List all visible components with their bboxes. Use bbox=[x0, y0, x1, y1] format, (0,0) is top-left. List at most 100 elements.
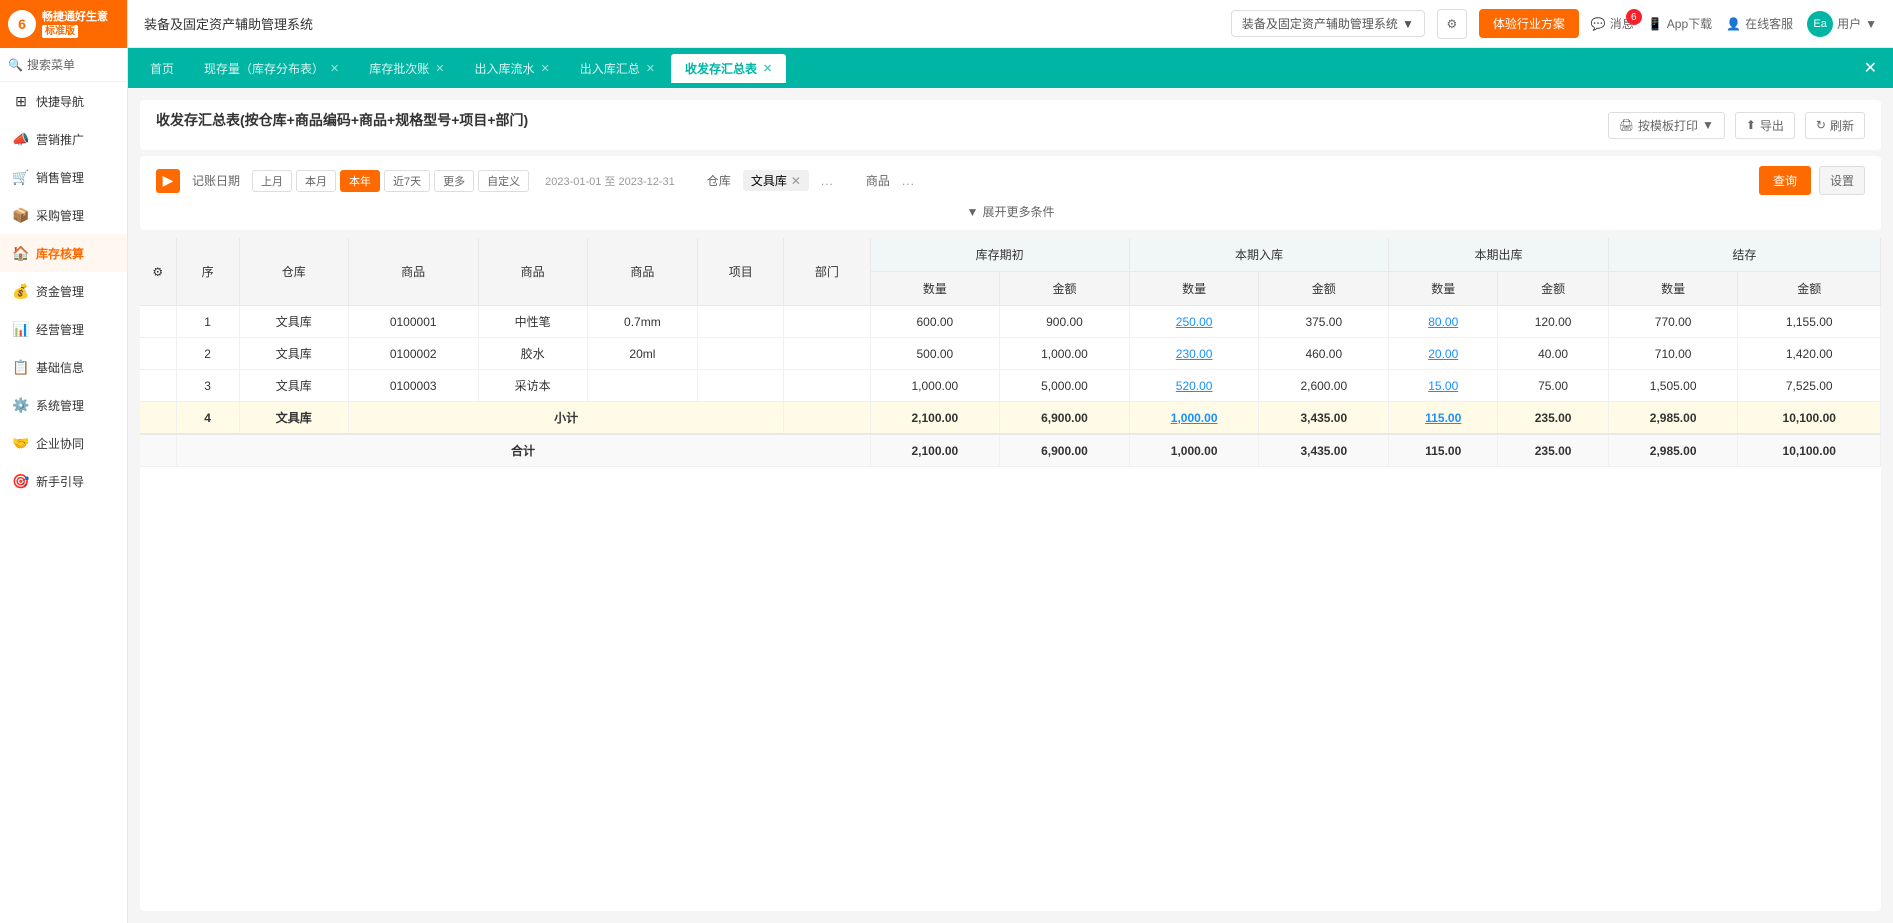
row-out-qty[interactable]: 80.00 bbox=[1389, 306, 1498, 338]
row-department bbox=[784, 370, 870, 402]
app-logo: 6 畅捷通好生意 标准版 bbox=[0, 0, 127, 48]
template-print-button[interactable]: 🖨 按模板打印 ▼ bbox=[1608, 112, 1725, 139]
tab-inventory-dist[interactable]: 现存量（库存分布表） ✕ bbox=[190, 54, 353, 83]
query-button[interactable]: 查询 bbox=[1759, 166, 1811, 195]
sidebar-item-system[interactable]: ⚙️ 系统管理 bbox=[0, 386, 127, 424]
message-item[interactable]: 💬 消息 6 bbox=[1591, 15, 1634, 32]
row-out-qty[interactable]: 15.00 bbox=[1389, 370, 1498, 402]
sub-dept bbox=[784, 402, 870, 435]
dropdown-icon: ▼ bbox=[1402, 17, 1414, 31]
sidebar-item-purchase[interactable]: 📦 采购管理 bbox=[0, 196, 127, 234]
row-out-qty[interactable]: 20.00 bbox=[1389, 338, 1498, 370]
warehouse-more-dots[interactable]: ... bbox=[821, 174, 834, 188]
user-avatar: Ea bbox=[1807, 11, 1833, 37]
user-dropdown-icon: ▼ bbox=[1865, 17, 1877, 31]
date-btn-7days[interactable]: 近7天 bbox=[384, 170, 430, 192]
filter-action-buttons: 查询 设置 bbox=[1759, 166, 1865, 195]
sidebar-item-marketing[interactable]: 📣 营销推广 bbox=[0, 120, 127, 158]
row-goods-code: 0100002 bbox=[348, 338, 478, 370]
sidebar-item-basic-info[interactable]: 📋 基础信息 bbox=[0, 348, 127, 386]
total-row: 合计 2,100.00 6,900.00 1,000.00 3,435.00 1… bbox=[140, 434, 1881, 467]
topbar: 装备及固定资产辅助管理系统 装备及固定资产辅助管理系统 ▼ ⚙ 体验行业方案 💬… bbox=[128, 0, 1893, 48]
settings-icon[interactable]: ⚙ bbox=[1437, 9, 1467, 39]
table-row: 3 文具库 0100003 采访本 1,000.00 5,000.00 520.… bbox=[140, 370, 1881, 402]
close-all-tabs[interactable]: ✕ bbox=[1856, 54, 1885, 82]
row-in-qty[interactable]: 250.00 bbox=[1129, 306, 1259, 338]
goods-more-dots[interactable]: ... bbox=[902, 174, 915, 188]
date-btn-this-year[interactable]: 本年 bbox=[340, 170, 380, 192]
th-in-amt: 金额 bbox=[1259, 272, 1389, 306]
user-item[interactable]: Ea 用户 ▼ bbox=[1807, 11, 1877, 37]
th-close-amt: 金额 bbox=[1738, 272, 1881, 306]
sub-close-qty: 2,985.00 bbox=[1608, 402, 1738, 435]
subtotal-row: 4 文具库 小计 2,100.00 6,900.00 1,000.00 3,43… bbox=[140, 402, 1881, 435]
expand-more-button[interactable]: ▼ 展开更多条件 bbox=[967, 203, 1055, 220]
purchase-icon: 📦 bbox=[12, 206, 30, 224]
tab-in-out-summary[interactable]: 出入库汇总 ✕ bbox=[566, 54, 669, 83]
th-closing: 结存 bbox=[1608, 238, 1880, 272]
sub-out-qty[interactable]: 115.00 bbox=[1389, 402, 1498, 435]
row-goods-spec bbox=[587, 370, 697, 402]
sidebar-item-sales[interactable]: 🛒 销售管理 bbox=[0, 158, 127, 196]
online-service-item[interactable]: 👤 在线客服 bbox=[1726, 15, 1793, 32]
trial-button[interactable]: 体验行业方案 bbox=[1479, 9, 1579, 38]
row-goods-name: 胶水 bbox=[478, 338, 587, 370]
tab-in-out-flow[interactable]: 出入库流水 ✕ bbox=[460, 54, 563, 83]
date-btn-this-month[interactable]: 本月 bbox=[296, 170, 336, 192]
sidebar-item-guide[interactable]: 🎯 新手引导 bbox=[0, 462, 127, 500]
search-menu[interactable]: 🔍 搜索菜单 bbox=[0, 48, 127, 82]
system-icon: ⚙️ bbox=[12, 396, 30, 414]
sidebar-item-finance[interactable]: 💰 资金管理 bbox=[0, 272, 127, 310]
th-warehouse: 仓库 bbox=[239, 238, 348, 306]
tab-receive-send-summary[interactable]: 收发存汇总表 ✕ bbox=[671, 54, 786, 83]
row-close-amt: 1,420.00 bbox=[1738, 338, 1881, 370]
total-close-qty: 2,985.00 bbox=[1608, 434, 1738, 467]
sub-in-qty[interactable]: 1,000.00 bbox=[1129, 402, 1259, 435]
th-settings[interactable]: ⚙ bbox=[140, 238, 176, 306]
tab-close-icon[interactable]: ✕ bbox=[330, 62, 339, 75]
sidebar-item-quick-nav[interactable]: ⊞ 快捷导航 bbox=[0, 82, 127, 120]
total-settings-cell bbox=[140, 434, 176, 467]
filter-expand-button[interactable]: ▶ bbox=[156, 169, 180, 193]
total-open-amt: 6,900.00 bbox=[1000, 434, 1130, 467]
system-dropdown[interactable]: 装备及固定资产辅助管理系统 ▼ bbox=[1231, 10, 1425, 37]
finance-icon: 💰 bbox=[12, 282, 30, 300]
sidebar-item-operations[interactable]: 📊 经营管理 bbox=[0, 310, 127, 348]
date-btn-last-month[interactable]: 上月 bbox=[252, 170, 292, 192]
export-button[interactable]: ⬆ 导出 bbox=[1735, 112, 1795, 139]
total-close-amt: 10,100.00 bbox=[1738, 434, 1881, 467]
row-close-amt: 7,525.00 bbox=[1738, 370, 1881, 402]
th-goods-name: 商品 bbox=[478, 238, 587, 306]
tab-close-icon[interactable]: ✕ bbox=[435, 62, 444, 75]
tab-close-icon[interactable]: ✕ bbox=[763, 62, 772, 75]
row-department bbox=[784, 306, 870, 338]
sub-warehouse: 文具库 bbox=[239, 402, 348, 435]
warehouse-tag-close[interactable]: ✕ bbox=[791, 174, 801, 188]
row-in-qty[interactable]: 230.00 bbox=[1129, 338, 1259, 370]
system-title: 装备及固定资产辅助管理系统 bbox=[144, 14, 1219, 33]
sub-in-amt: 3,435.00 bbox=[1259, 402, 1389, 435]
th-opening-stock: 库存期初 bbox=[870, 238, 1129, 272]
sub-close-amt: 10,100.00 bbox=[1738, 402, 1881, 435]
expand-more-row: ▼ 展开更多条件 bbox=[156, 203, 1865, 220]
date-btn-more[interactable]: 更多 bbox=[434, 170, 474, 192]
tab-batch-ledger[interactable]: 库存批次账 ✕ bbox=[355, 54, 458, 83]
refresh-icon: ↻ bbox=[1816, 118, 1826, 132]
main-content: 装备及固定资产辅助管理系统 装备及固定资产辅助管理系统 ▼ ⚙ 体验行业方案 💬… bbox=[128, 0, 1893, 923]
tab-home[interactable]: 首页 bbox=[136, 54, 188, 83]
app-download-item[interactable]: 📱 App下载 bbox=[1648, 15, 1712, 32]
tab-close-icon[interactable]: ✕ bbox=[646, 62, 655, 75]
th-open-qty: 数量 bbox=[870, 272, 1000, 306]
total-out-amt: 235.00 bbox=[1498, 434, 1608, 467]
date-btn-custom[interactable]: 自定义 bbox=[478, 170, 529, 192]
tab-close-icon[interactable]: ✕ bbox=[541, 62, 550, 75]
filter-settings-button[interactable]: 设置 bbox=[1819, 166, 1865, 195]
total-out-qty: 115.00 bbox=[1389, 434, 1498, 467]
row-no: 2 bbox=[176, 338, 239, 370]
sidebar-item-inventory[interactable]: 🏠 库存核算 bbox=[0, 234, 127, 272]
sidebar-item-enterprise[interactable]: 🤝 企业协同 bbox=[0, 424, 127, 462]
refresh-button[interactable]: ↻ 刷新 bbox=[1805, 112, 1865, 139]
row-in-qty[interactable]: 520.00 bbox=[1129, 370, 1259, 402]
row-close-qty: 770.00 bbox=[1608, 306, 1738, 338]
row-no: 3 bbox=[176, 370, 239, 402]
